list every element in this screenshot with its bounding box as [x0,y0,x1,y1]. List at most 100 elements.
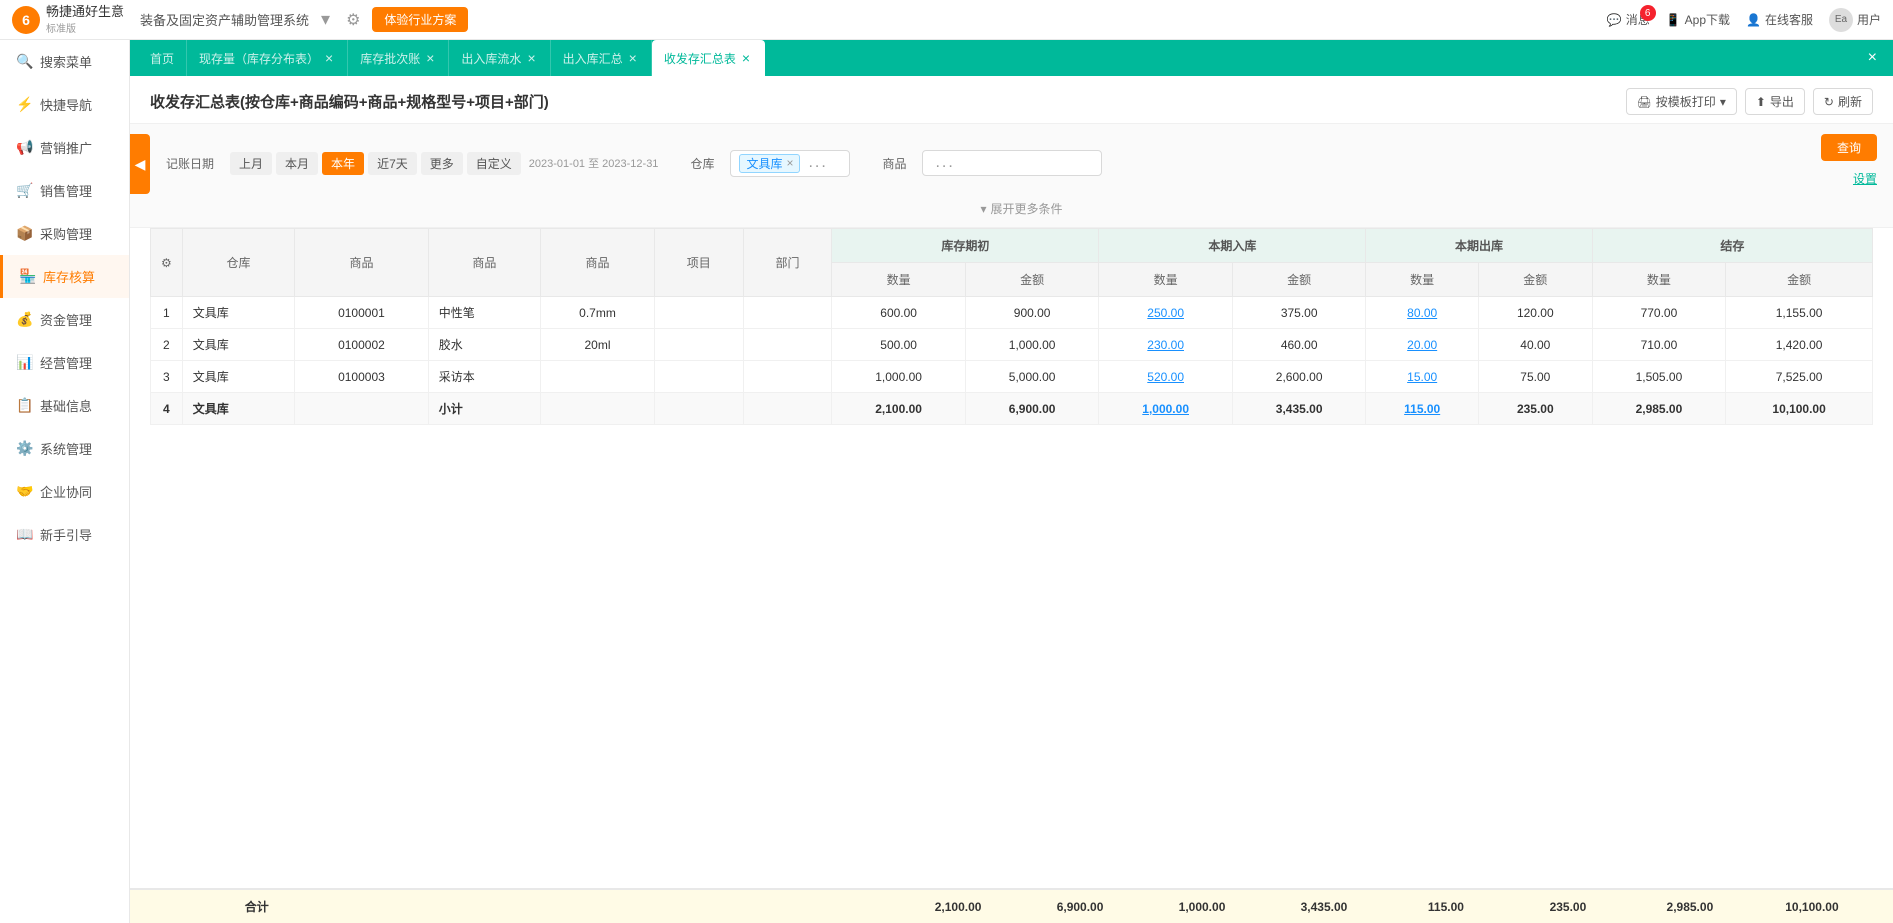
online-service-item[interactable]: 👤 在线客服 [1746,11,1813,28]
col-header-goods-spec: 商品 [541,229,655,297]
cell-out-qty-2[interactable]: 15.00 [1366,361,1478,393]
warehouse-select[interactable]: 文具库 × ... [730,150,850,177]
cell-close-amt-0: 1,155.00 [1726,297,1873,329]
marketing-icon: 📢 [16,139,32,156]
tab-summary[interactable]: 出入库汇总 × [551,40,652,76]
expand-icon: ▾ [980,202,986,216]
cell-close-qty-3: 2,985.00 [1592,393,1726,425]
app-download-item[interactable]: 📱 App下载 [1666,11,1730,28]
cell-project-0 [654,297,743,329]
cell-in-qty-0[interactable]: 250.00 [1099,297,1233,329]
date-filter-label: 记账日期 [166,155,214,172]
cell-in-qty-2[interactable]: 520.00 [1099,361,1233,393]
date-btn-more[interactable]: 更多 [421,152,463,175]
sidebar-item-system[interactable]: ⚙️ 系统管理 [0,427,129,470]
filter-content: 记账日期 上月 本月 本年 近7天 更多 自定义 2023-01-01 至 20… [150,134,1893,227]
cell-close-qty-1: 710.00 [1592,329,1726,361]
sidebar-label-inventory: 库存核算 [43,267,95,286]
table-settings-col[interactable]: ⚙ [151,229,183,297]
settings-gear-icon[interactable]: ⚙ [346,10,360,30]
cell-project-2 [654,361,743,393]
message-item[interactable]: 💬 消息 6 [1607,11,1650,28]
sidebar-item-guide[interactable]: 📖 新手引导 [0,513,129,556]
refresh-button[interactable]: ↻ 刷新 [1813,88,1873,115]
logo-text-area: 畅捷通好生意 标准版 [46,4,124,35]
query-button[interactable]: 查询 [1821,134,1877,161]
tab-home[interactable]: 首页 [138,40,187,76]
sidebar-item-operation[interactable]: 📊 经营管理 [0,341,129,384]
cell-in-qty-1[interactable]: 230.00 [1099,329,1233,361]
date-btn-7days[interactable]: 近7天 [368,152,417,175]
logo-sub: 标准版 [46,20,124,35]
footer-empty-project [684,898,791,915]
sidebar-item-finance[interactable]: 💰 资金管理 [0,298,129,341]
cell-out-qty-1[interactable]: 20.00 [1366,329,1478,361]
goods-filter-more[interactable]: ... [931,154,958,172]
app-download-label: App下载 [1685,11,1730,28]
sidebar-label-system: 系统管理 [40,439,92,458]
tab-bar-close[interactable]: × [1860,49,1885,67]
col-group-closing: 结存 [1592,229,1872,263]
cell-out-amt-2: 75.00 [1478,361,1592,393]
trial-button[interactable]: 体验行业方案 [372,7,468,32]
date-btn-this-month[interactable]: 本月 [276,152,318,175]
cell-index-2: 3 [151,361,183,393]
system-icon: ⚙️ [16,440,32,457]
tab-summary-close[interactable]: × [627,49,639,67]
col-open-amt: 金额 [965,263,1099,297]
col-open-qty: 数量 [832,263,966,297]
cell-in-amt-3: 3,435.00 [1232,393,1366,425]
print-button[interactable]: 🖨 按模板打印 ▾ [1626,88,1737,115]
online-service-label: 在线客服 [1765,11,1813,28]
tab-batch[interactable]: 库存批次账 × [348,40,449,76]
sidebar-item-marketing[interactable]: 📢 营销推广 [0,126,129,169]
cell-index-0: 1 [151,297,183,329]
date-btn-this-year[interactable]: 本年 [322,152,364,175]
cell-in-qty-3[interactable]: 1,000.00 [1099,393,1233,425]
footer-out-qty: 115.00 [1385,898,1507,915]
operation-icon: 📊 [16,354,32,371]
filter-toggle-button[interactable]: ◀ [130,134,150,194]
tab-flow-close[interactable]: × [525,49,537,67]
tab-flow[interactable]: 出入库流水 × [449,40,550,76]
col-close-qty: 数量 [1592,263,1726,297]
tab-flow-label: 出入库流水 [461,50,521,67]
date-btn-custom[interactable]: 自定义 [467,152,521,175]
sidebar-item-sales[interactable]: 🛒 销售管理 [0,169,129,212]
expand-more-button[interactable]: ▾ 展开更多条件 [980,200,1062,217]
sidebar-item-quick[interactable]: ⚡ 快捷导航 [0,83,129,126]
export-button[interactable]: ⬆ 导出 [1745,88,1805,115]
cell-out-qty-3[interactable]: 115.00 [1366,393,1478,425]
filter-action-area: 查询 设置 [1821,134,1877,192]
warehouse-tag-close[interactable]: × [786,156,793,170]
sidebar-item-purchase[interactable]: 📦 采购管理 [0,212,129,255]
data-table: ⚙ 仓库 商品 商品 商品 项目 部门 库存期初 本期入库 本期出库 结存 [150,228,1873,425]
date-btn-last-month[interactable]: 上月 [230,152,272,175]
cell-index-3: 4 [151,393,183,425]
tab-recv-send[interactable]: 收发存汇总表 × [652,40,765,76]
cell-spec-3 [541,393,655,425]
footer-in-amt: 3,435.00 [1263,898,1385,915]
cell-warehouse-2: 文具库 [182,361,294,393]
search-icon: 🔍 [16,53,32,70]
cell-name-1: 胶水 [428,329,540,361]
tab-recv-send-close[interactable]: × [740,49,752,67]
goods-select[interactable]: ... [922,150,1102,176]
tab-batch-close[interactable]: × [424,49,436,67]
footer-label: 合计 [196,898,318,915]
system-title: 装备及固定资产辅助管理系统 [140,10,309,29]
warehouse-filter-more[interactable]: ... [804,154,831,172]
sidebar-item-inventory[interactable]: 🏪 库存核算 [0,255,129,298]
finance-icon: 💰 [16,311,32,328]
sidebar-item-search[interactable]: 🔍 搜索菜单 [0,40,129,83]
sidebar-item-enterprise[interactable]: 🤝 企业协同 [0,470,129,513]
tab-inventory-dist-label: 现存量（库存分布表） [199,50,319,67]
tab-inventory-dist-close[interactable]: × [323,49,335,67]
setting-button[interactable]: 设置 [1853,165,1877,192]
user-item[interactable]: Ea 用户 [1829,8,1881,32]
sidebar-label-marketing: 营销推广 [40,138,92,157]
sidebar-item-basic[interactable]: 📋 基础信息 [0,384,129,427]
col-header-goods-name: 商品 [428,229,540,297]
tab-inventory-dist[interactable]: 现存量（库存分布表） × [187,40,348,76]
cell-out-qty-0[interactable]: 80.00 [1366,297,1478,329]
